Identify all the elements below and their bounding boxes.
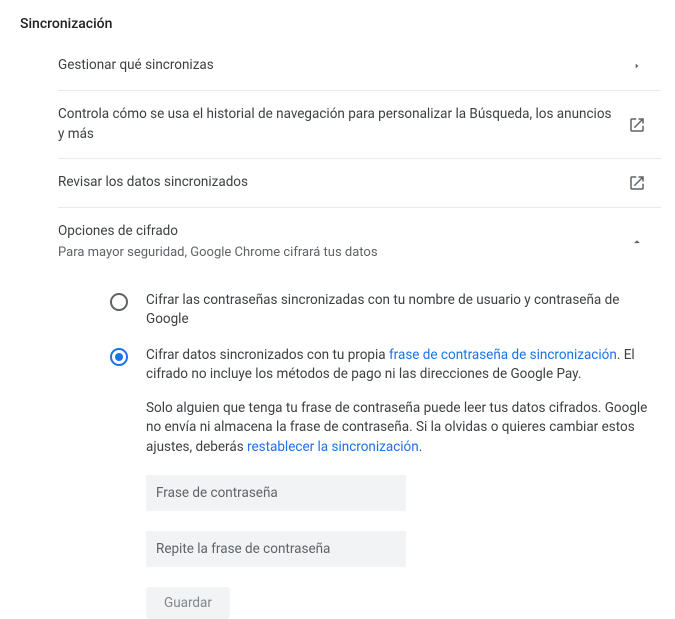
radio-row-google-credentials[interactable]: Cifrar las contraseñas sincronizadas con… (110, 283, 655, 338)
chevron-up-icon (627, 232, 647, 252)
passphrase-info-text: Solo alguien que tenga tu frase de contr… (146, 399, 655, 458)
row-history-label: Controla cómo se usa el historial de nav… (58, 105, 627, 144)
section-title: Sincronización (0, 0, 675, 42)
chevron-right-icon (627, 56, 647, 76)
reset-sync-link[interactable]: restablecer la sincronización (247, 439, 419, 455)
info-text-b: . (419, 439, 423, 455)
radio-passphrase-label: Cifrar datos sincronizados con tu propia… (146, 346, 655, 385)
opt2-text-a: Cifrar datos sincronizados con tu propia (146, 347, 389, 363)
open-external-icon (627, 115, 647, 135)
row-encryption-label: Opciones de cifrado (58, 222, 615, 242)
row-history-control[interactable]: Controla cómo se usa el historial de nav… (58, 91, 661, 159)
open-external-icon (627, 173, 647, 193)
encryption-radio-group: Cifrar las contraseñas sincronizadas con… (110, 283, 655, 393)
sync-passphrase-link[interactable]: frase de contraseña de sincronización (389, 347, 617, 363)
radio-google-label: Cifrar las contraseñas sincronizadas con… (146, 291, 655, 330)
row-review-label: Revisar los datos sincronizados (58, 173, 627, 193)
radio-passphrase[interactable] (110, 348, 128, 366)
passphrase-input[interactable] (146, 475, 406, 511)
save-button[interactable]: Guardar (146, 587, 230, 619)
row-review-synced-data[interactable]: Revisar los datos sincronizados (58, 159, 661, 208)
radio-google-credentials[interactable] (110, 293, 128, 311)
row-manage-label: Gestionar qué sincronizas (58, 56, 627, 76)
row-encryption-options[interactable]: Opciones de cifrado Para mayor seguridad… (58, 208, 661, 276)
passphrase-inputs (146, 475, 675, 567)
radio-row-passphrase[interactable]: Cifrar datos sincronizados con tu propia… (110, 338, 655, 393)
row-encryption-text: Opciones de cifrado Para mayor seguridad… (58, 222, 627, 262)
row-manage-sync[interactable]: Gestionar qué sincronizas (58, 42, 661, 91)
row-encryption-sub: Para mayor seguridad, Google Chrome cifr… (58, 244, 615, 263)
passphrase-repeat-input[interactable] (146, 531, 406, 567)
